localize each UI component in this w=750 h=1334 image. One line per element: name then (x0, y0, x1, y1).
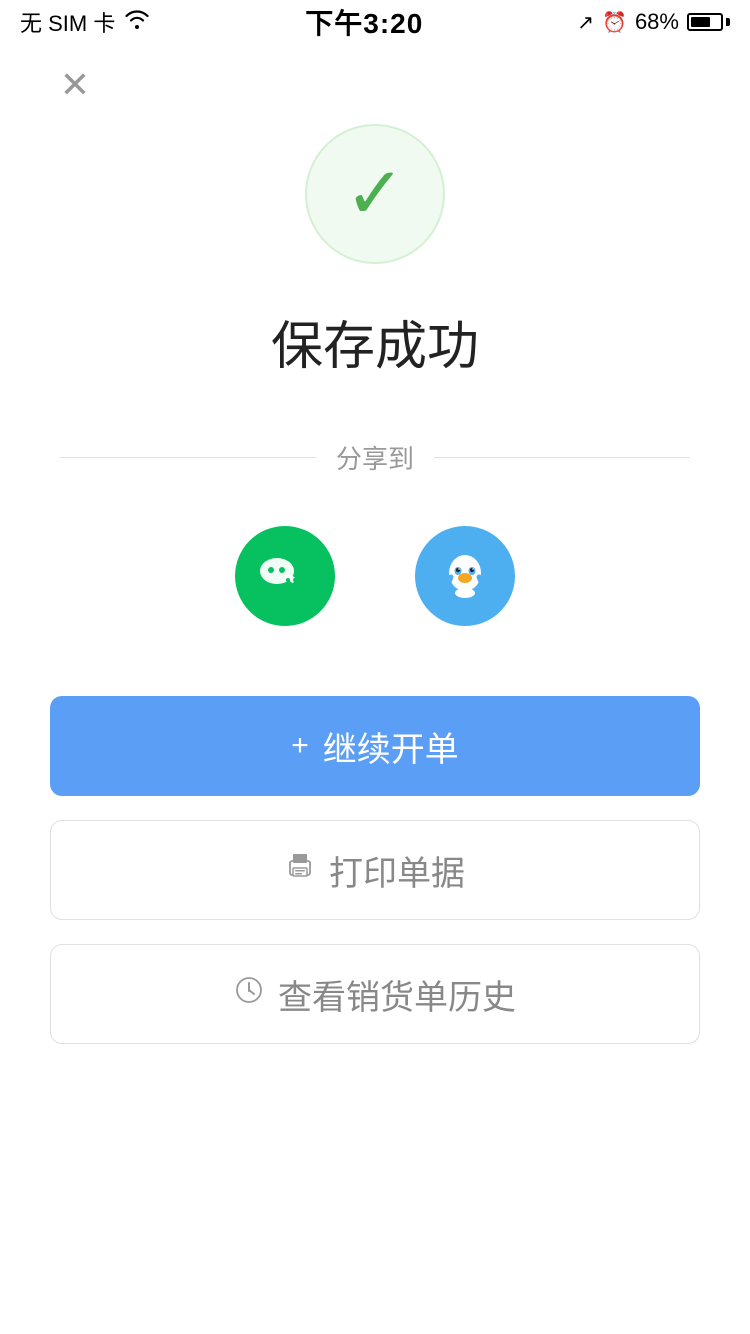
success-title: 保存成功 (271, 304, 479, 379)
share-divider: 分享到 (0, 439, 750, 476)
print-button[interactable]: 打印单据 (50, 820, 700, 920)
close-button[interactable]: ✕ (50, 60, 100, 110)
battery-percent: 68% (635, 9, 679, 35)
print-label: 打印单据 (329, 846, 465, 895)
printer-icon (285, 852, 315, 888)
status-bar: 无 SIM 卡 下午3:20 ↗ ⏰ 68% (0, 0, 750, 44)
success-circle: ✓ (305, 124, 445, 264)
no-sim-text: 无 SIM 卡 (20, 6, 115, 38)
status-right: ↗ ⏰ 68% (577, 9, 730, 35)
history-button[interactable]: 查看销货单历史 (50, 944, 700, 1044)
continue-button[interactable]: + 继续开单 (50, 696, 700, 796)
history-label: 查看销货单历史 (278, 970, 516, 1019)
wechat-share-button[interactable] (235, 526, 335, 626)
main-content: ✓ 保存成功 分享到 (0, 44, 750, 1044)
divider-line-left (60, 457, 316, 458)
checkmark-icon: ✓ (345, 158, 405, 230)
clock-icon (234, 975, 264, 1013)
close-icon: ✕ (60, 67, 90, 103)
plus-icon: + (291, 729, 309, 763)
battery-icon (687, 13, 730, 31)
status-time: 下午3:20 (305, 2, 423, 42)
location-icon: ↗ (577, 10, 594, 35)
signal-icon (123, 9, 151, 35)
alarm-icon: ⏰ (602, 10, 627, 35)
status-left: 无 SIM 卡 (20, 6, 151, 38)
qq-share-button[interactable] (415, 526, 515, 626)
share-label: 分享到 (316, 439, 434, 476)
continue-label: 继续开单 (323, 722, 459, 771)
buttons-section: + 继续开单 打印单据 (0, 696, 750, 1044)
share-row (235, 526, 515, 626)
divider-line-right (434, 457, 690, 458)
